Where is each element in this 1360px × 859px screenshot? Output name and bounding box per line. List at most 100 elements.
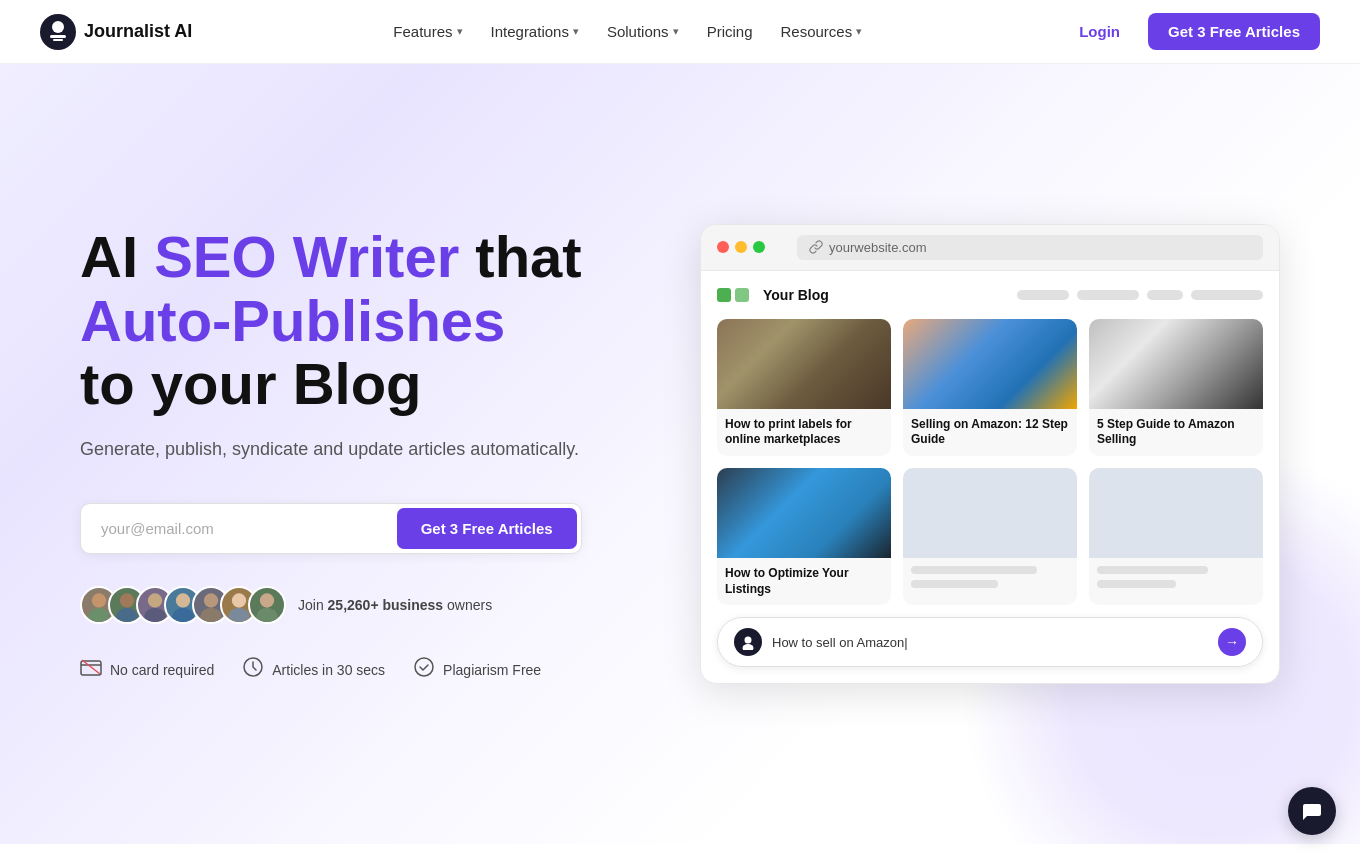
articles-svg [242, 656, 264, 678]
svg-point-15 [228, 608, 249, 622]
browser-mockup: yourwebsite.com Your Blog [700, 224, 1280, 684]
article-card-loading [903, 468, 1077, 605]
loading-bar [1097, 566, 1208, 574]
svg-point-5 [88, 608, 109, 622]
article-card[interactable]: How to Optimize Your Listings [717, 468, 891, 605]
svg-point-6 [120, 594, 134, 608]
svg-point-23 [745, 637, 752, 644]
dot-yellow [735, 241, 747, 253]
email-submit-button[interactable]: Get 3 Free Articles [397, 508, 577, 549]
article-title: How to print labels for online marketpla… [717, 409, 891, 456]
social-proof-row: Join 25,260+ business owners [80, 586, 582, 624]
article-image-placeholder [1089, 468, 1263, 558]
blog-nav-pills [1017, 290, 1263, 300]
svg-point-7 [116, 608, 137, 622]
articles-grid: How to print labels for online marketpla… [717, 319, 1263, 605]
svg-point-14 [232, 594, 246, 608]
chevron-down-icon: ▾ [457, 25, 463, 38]
article-image [903, 319, 1077, 409]
svg-point-8 [148, 594, 162, 608]
email-input[interactable] [85, 508, 397, 549]
article-card[interactable]: How to print labels for online marketpla… [717, 319, 891, 456]
nav-features[interactable]: Features ▾ [381, 15, 474, 48]
svg-point-9 [144, 608, 165, 622]
blog-logo-sq-1 [717, 288, 731, 302]
join-text: Join 25,260+ business owners [298, 597, 492, 613]
nav-pricing[interactable]: Pricing [695, 15, 765, 48]
loading-bar [911, 566, 1037, 574]
login-button[interactable]: Login [1063, 15, 1136, 48]
blog-title: Your Blog [763, 287, 829, 303]
avatar-face [250, 588, 284, 622]
logo-text: Journalist AI [84, 21, 192, 42]
svg-point-22 [415, 658, 433, 676]
svg-line-20 [82, 660, 100, 674]
url-text: yourwebsite.com [829, 240, 927, 255]
svg-rect-3 [53, 39, 63, 41]
browser-dots [717, 241, 765, 253]
send-arrow-icon: → [1225, 634, 1239, 650]
hero-section: AI SEO Writer that Auto-Publishes to you… [0, 64, 1360, 844]
avatars-group [80, 586, 286, 624]
chevron-down-icon: ▾ [673, 25, 679, 38]
article-image [717, 319, 891, 409]
svg-point-24 [743, 644, 754, 650]
hero-right: yourwebsite.com Your Blog [700, 224, 1280, 684]
nav-pill [1017, 290, 1069, 300]
chevron-down-icon: ▾ [573, 25, 579, 38]
svg-rect-2 [50, 35, 66, 38]
nav-actions: Login Get 3 Free Articles [1063, 13, 1320, 50]
blog-header: Your Blog [717, 287, 1263, 303]
chevron-down-icon: ▾ [856, 25, 862, 38]
no-card-icon [80, 658, 102, 681]
article-loading [903, 558, 1077, 602]
avatar [248, 586, 286, 624]
article-title: How to Optimize Your Listings [717, 558, 891, 605]
svg-point-13 [200, 608, 221, 622]
article-card[interactable]: Selling on Amazon: 12 Step Guide [903, 319, 1077, 456]
article-title: Selling on Amazon: 12 Step Guide [903, 409, 1077, 456]
svg-point-12 [204, 594, 218, 608]
article-card[interactable]: 5 Step Guide to Amazon Selling [1089, 319, 1263, 456]
chat-input-text[interactable]: How to sell on Amazon| [772, 635, 1208, 650]
get-free-articles-button[interactable]: Get 3 Free Articles [1148, 13, 1320, 50]
url-bar[interactable]: yourwebsite.com [797, 235, 1263, 260]
nav-resources[interactable]: Resources ▾ [768, 15, 874, 48]
email-form: Get 3 Free Articles [80, 503, 582, 554]
blog-logo [717, 288, 749, 302]
browser-bar: yourwebsite.com [701, 225, 1279, 271]
browser-content: Your Blog How to print labels for online… [701, 271, 1279, 683]
plagiarism-svg [413, 656, 435, 678]
svg-point-16 [260, 594, 274, 608]
chat-send-button[interactable]: → [1218, 628, 1246, 656]
svg-point-17 [256, 608, 277, 622]
article-image [717, 468, 891, 558]
logo[interactable]: Journalist AI [40, 14, 192, 50]
article-image [1089, 319, 1263, 409]
hero-headline: AI SEO Writer that Auto-Publishes to you… [80, 225, 582, 416]
blog-logo-sq-2 [735, 288, 749, 302]
plagiarism-icon [413, 656, 435, 683]
nav-pill [1147, 290, 1183, 300]
nav-pill [1077, 290, 1139, 300]
nav-integrations[interactable]: Integrations ▾ [479, 15, 591, 48]
loading-bar [1097, 580, 1176, 588]
trust-badge-articles: Articles in 30 secs [242, 656, 385, 683]
nav-pill [1191, 290, 1263, 300]
articles-icon [242, 656, 264, 683]
trust-badges: No card required Articles in 30 secs [80, 656, 582, 683]
trust-badge-no-card: No card required [80, 656, 214, 683]
no-card-svg [80, 658, 102, 676]
nav-solutions[interactable]: Solutions ▾ [595, 15, 691, 48]
chat-avatar-icon [740, 634, 756, 650]
chat-support-button[interactable] [1288, 787, 1336, 835]
article-title: 5 Step Guide to Amazon Selling [1089, 409, 1263, 456]
feature-section: Feature-Rich, factual and SEO-Optimized … [0, 844, 1360, 859]
navbar: Journalist AI Features ▾ Integrations ▾ … [0, 0, 1360, 64]
svg-point-10 [176, 594, 190, 608]
svg-point-4 [92, 594, 106, 608]
article-loading [1089, 558, 1263, 602]
dot-green [753, 241, 765, 253]
chat-bar: How to sell on Amazon| → [717, 617, 1263, 667]
hero-content-left: AI SEO Writer that Auto-Publishes to you… [80, 225, 582, 683]
